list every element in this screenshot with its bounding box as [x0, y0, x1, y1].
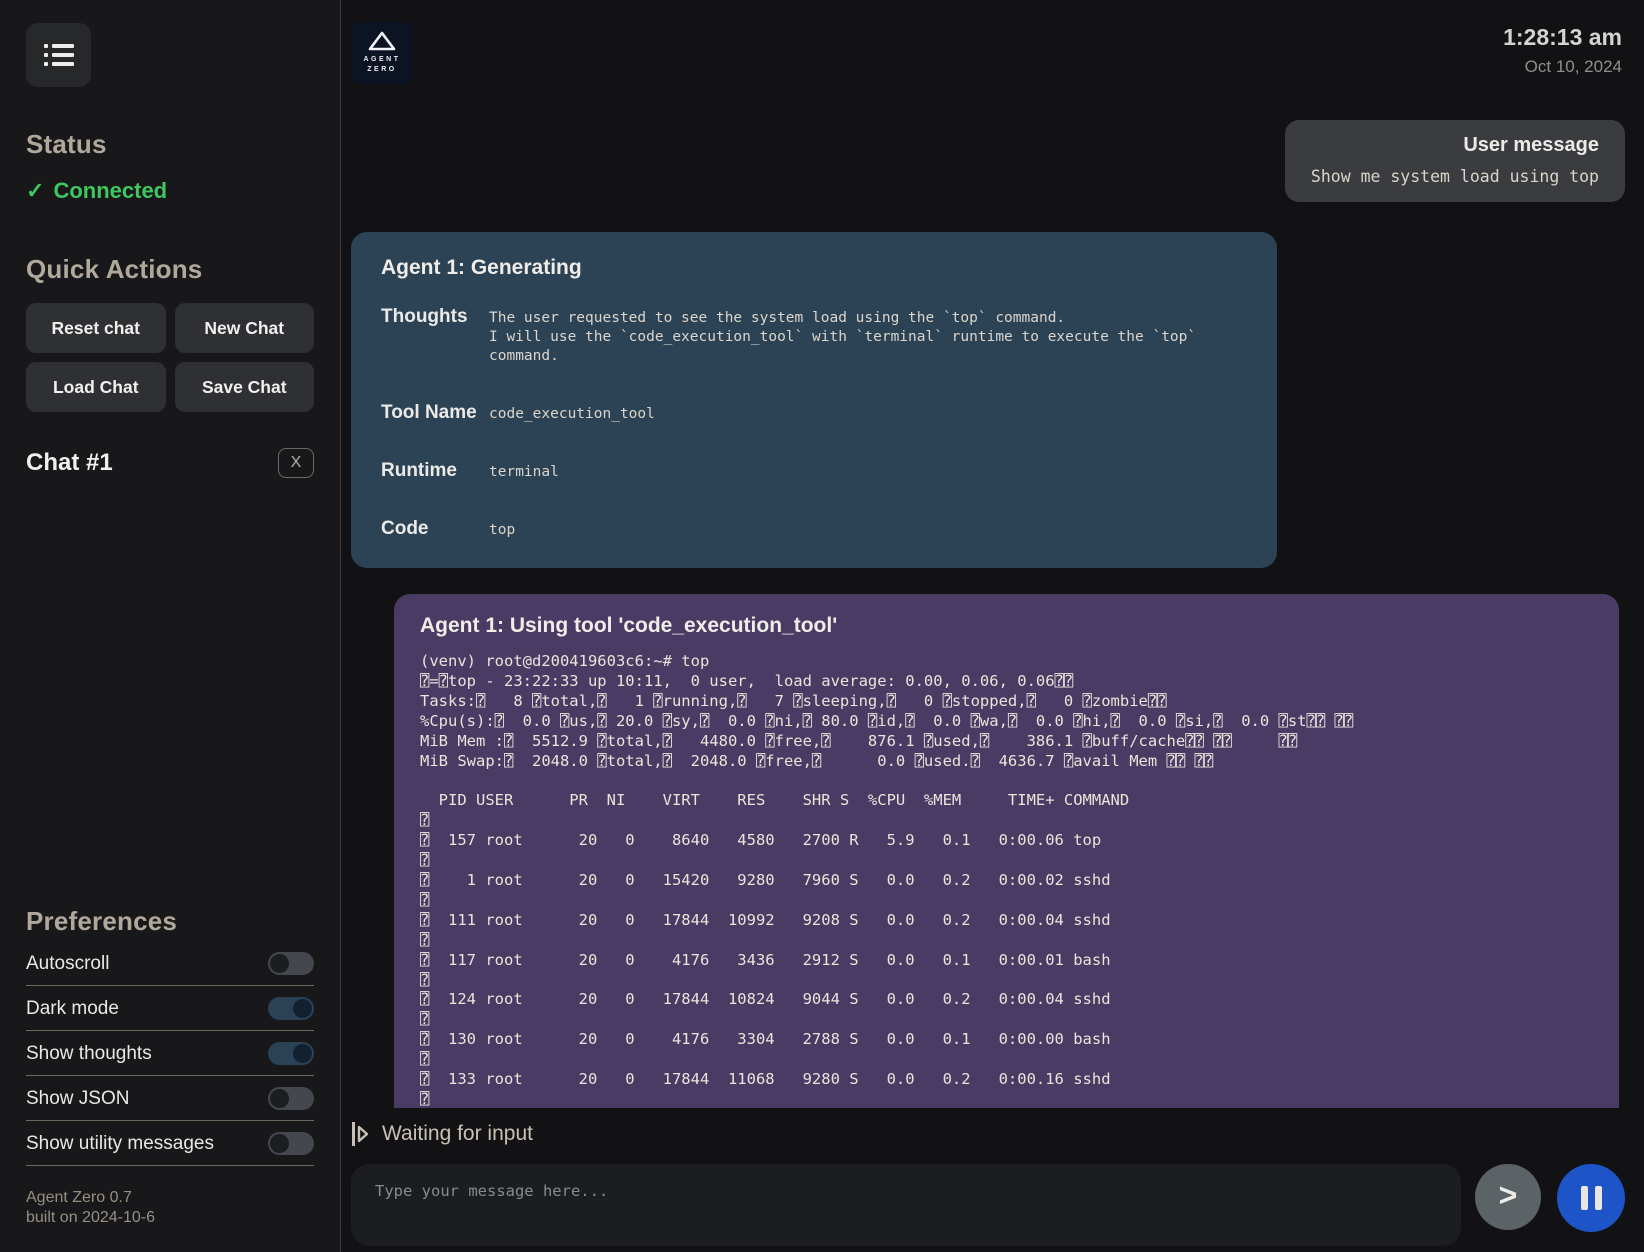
- chat-title: Chat #1: [26, 449, 113, 476]
- agent-tool-title: Agent 1: Using tool 'code_execution_tool…: [420, 614, 838, 637]
- agent-generating-panel: Agent 1: Generating Thoughts The user re…: [351, 232, 1277, 568]
- main-area: AGENT ZERO 1:28:13 am Oct 10, 2024 User …: [341, 0, 1644, 1252]
- code-row: Code top: [381, 518, 1247, 540]
- check-icon: ✓: [26, 178, 45, 203]
- thoughts-value: The user requested to see the system loa…: [489, 310, 1197, 364]
- runtime-value: terminal: [489, 464, 559, 480]
- show-json-label: Show JSON: [26, 1087, 130, 1109]
- runtime-label: Runtime: [381, 460, 457, 481]
- quick-actions-heading: Quick Actions: [26, 254, 203, 284]
- load-chat-button[interactable]: Load Chat: [26, 362, 166, 412]
- user-message-bubble: User message Show me system load using t…: [1284, 120, 1625, 202]
- agent-tool-panel: Agent 1: Using tool 'code_execution_tool…: [394, 594, 1619, 1108]
- show-utility-messages-label: Show utility messages: [26, 1132, 214, 1154]
- version-line: Agent Zero 0.7: [26, 1189, 132, 1206]
- send-arrow-icon: >: [1498, 1177, 1518, 1213]
- build-date-line: built on 2024-10-6: [26, 1209, 155, 1226]
- thoughts-row: Thoughts The user requested to see the s…: [381, 306, 1247, 366]
- waiting-status-text: Waiting for input: [382, 1122, 533, 1145]
- code-label: Code: [381, 518, 429, 539]
- status-heading: Status: [26, 129, 107, 159]
- tool-name-row: Tool Name code_execution_tool: [381, 402, 1247, 424]
- menu-button[interactable]: [26, 23, 91, 87]
- quick-actions: Reset chat New Chat Load Chat Save Chat: [26, 303, 314, 412]
- input-bar: Waiting for input >: [341, 1108, 1644, 1252]
- send-button[interactable]: >: [1475, 1164, 1541, 1230]
- list-menu-icon: [43, 44, 74, 66]
- chat-tab-row: Chat #1 X: [26, 448, 314, 478]
- waiting-status-row: Waiting for input: [351, 1120, 1625, 1148]
- message-input-row: >: [351, 1164, 1625, 1246]
- clock-time: 1:28:13 am: [1503, 24, 1622, 50]
- autoscroll-toggle[interactable]: [268, 952, 314, 975]
- logo-triangle-icon: [368, 31, 396, 51]
- pref-row-show-json: Show JSON: [26, 1076, 314, 1121]
- reset-chat-button[interactable]: Reset chat: [26, 303, 166, 353]
- sidebar: Status ✓ Connected Quick Actions Reset c…: [0, 0, 341, 1252]
- connection-status-label: Connected: [53, 178, 168, 203]
- top-bar: AGENT ZERO 1:28:13 am Oct 10, 2024: [341, 0, 1644, 104]
- clock: 1:28:13 am Oct 10, 2024: [1503, 24, 1622, 77]
- pref-row-autoscroll: Autoscroll: [26, 941, 314, 986]
- tool-name-value: code_execution_tool: [489, 406, 655, 422]
- show-utility-messages-toggle[interactable]: [268, 1132, 314, 1155]
- close-chat-button[interactable]: X: [278, 448, 314, 478]
- pref-row-show-utility: Show utility messages: [26, 1121, 314, 1166]
- chat-message-list[interactable]: User message Show me system load using t…: [341, 104, 1644, 1108]
- show-thoughts-label: Show thoughts: [26, 1042, 152, 1064]
- pause-icon: [1580, 1186, 1588, 1210]
- logo-text-zero: ZERO: [367, 66, 397, 73]
- terminal-output: (venv) root@d200419603c6:~# top ⍰=⍰top -…: [420, 652, 1354, 1108]
- agent-generating-title: Agent 1: Generating: [381, 256, 582, 279]
- preferences-heading: Preferences: [26, 906, 178, 936]
- connection-status: ✓ Connected: [26, 178, 314, 204]
- show-json-toggle[interactable]: [268, 1087, 314, 1110]
- clock-date: Oct 10, 2024: [1524, 57, 1622, 76]
- save-chat-button[interactable]: Save Chat: [174, 362, 314, 412]
- pref-row-dark-mode: Dark mode: [26, 986, 314, 1031]
- new-chat-button[interactable]: New Chat: [174, 303, 314, 353]
- user-message-text: Show me system load using top: [1310, 167, 1599, 186]
- prompt-play-icon: [352, 1122, 369, 1146]
- message-input[interactable]: [351, 1164, 1461, 1246]
- dark-mode-toggle[interactable]: [268, 997, 314, 1020]
- autoscroll-label: Autoscroll: [26, 952, 110, 974]
- runtime-row: Runtime terminal: [381, 460, 1247, 482]
- pref-row-show-thoughts: Show thoughts: [26, 1031, 314, 1076]
- user-message-title: User message: [1463, 134, 1599, 156]
- thoughts-label: Thoughts: [381, 306, 468, 327]
- dark-mode-label: Dark mode: [26, 997, 119, 1019]
- logo-text-agent: AGENT: [363, 55, 401, 63]
- pause-button[interactable]: [1557, 1164, 1625, 1232]
- show-thoughts-toggle[interactable]: [268, 1042, 314, 1065]
- tool-name-label: Tool Name: [381, 402, 477, 423]
- code-value: top: [489, 522, 516, 538]
- version-info: Agent Zero 0.7 built on 2024-10-6: [26, 1188, 314, 1228]
- agent-zero-logo: AGENT ZERO: [351, 22, 413, 84]
